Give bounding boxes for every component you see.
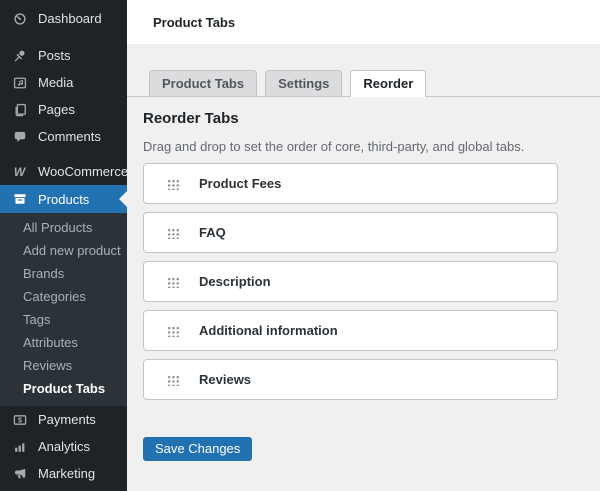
sortable-item-reviews[interactable]: Reviews: [143, 359, 558, 400]
drag-handle-icon[interactable]: [167, 374, 180, 386]
sortable-item-label: Description: [199, 274, 271, 289]
page-title: Product Tabs: [153, 15, 235, 30]
sidebar-item-dashboard[interactable]: Dashboard: [0, 5, 127, 32]
sortable-item-additional-information[interactable]: Additional information: [143, 310, 558, 351]
admin-sidebar: Dashboard Posts Media Pages Commen: [0, 0, 127, 491]
tab-settings[interactable]: Settings: [265, 70, 342, 96]
section-heading: Reorder Tabs: [143, 110, 600, 127]
sidebar-item-label: Dashboard: [38, 11, 102, 26]
submenu-item-tags[interactable]: Tags: [0, 308, 127, 331]
dashboard-icon: [12, 11, 27, 26]
tab-reorder[interactable]: Reorder: [350, 70, 426, 97]
section-description: Drag and drop to set the order of core, …: [143, 139, 600, 154]
woocommerce-admin-page: Dashboard Posts Media Pages Commen: [0, 0, 600, 491]
woocommerce-w-icon: W: [12, 164, 27, 179]
tab-bar: Product Tabs Settings Reorder: [127, 70, 600, 97]
drag-handle-icon[interactable]: [167, 325, 180, 337]
submenu-item-attributes[interactable]: Attributes: [0, 331, 127, 354]
megaphone-icon: [12, 466, 27, 481]
sidebar-item-pages[interactable]: Pages: [0, 96, 127, 123]
sidebar-item-label: Products: [38, 192, 89, 207]
sidebar-item-label: Pages: [38, 102, 75, 117]
sortable-tab-list: Product Fees FAQ Description Additional …: [143, 163, 558, 400]
sidebar-item-posts[interactable]: Posts: [0, 42, 127, 69]
tab-product-tabs[interactable]: Product Tabs: [149, 70, 257, 96]
payments-icon: $: [12, 412, 27, 427]
save-changes-button[interactable]: Save Changes: [143, 437, 252, 461]
comments-icon: [12, 129, 27, 144]
sidebar-item-label: Comments: [38, 129, 101, 144]
sortable-item-label: Additional information: [199, 323, 338, 338]
sortable-item-label: Product Fees: [199, 176, 281, 191]
main-content: Product Tabs Product Tabs Settings Reord…: [127, 0, 600, 491]
submenu-item-product-tabs[interactable]: Product Tabs: [0, 377, 127, 400]
sidebar-item-label: Posts: [38, 48, 71, 63]
sidebar-item-label: Media: [38, 75, 73, 90]
sidebar-item-products[interactable]: Products: [0, 185, 127, 213]
drag-handle-icon[interactable]: [167, 178, 180, 190]
sidebar-item-label: Analytics: [38, 439, 90, 454]
submenu-item-add-new-product[interactable]: Add new product: [0, 239, 127, 262]
pages-icon: [12, 102, 27, 117]
sidebar-separator: [0, 150, 127, 158]
sortable-item-faq[interactable]: FAQ: [143, 212, 558, 253]
sidebar-item-analytics[interactable]: Analytics: [0, 433, 127, 460]
analytics-bars-icon: [12, 439, 27, 454]
sidebar-item-marketing[interactable]: Marketing: [0, 460, 127, 487]
submenu-item-reviews[interactable]: Reviews: [0, 354, 127, 377]
sidebar-item-label: WooCommerce: [38, 164, 128, 179]
reorder-section: Reorder Tabs Drag and drop to set the or…: [127, 97, 600, 461]
sidebar-item-label: Payments: [38, 412, 96, 427]
sortable-item-label: Reviews: [199, 372, 251, 387]
sidebar-item-payments[interactable]: $ Payments: [0, 406, 127, 433]
drag-handle-icon[interactable]: [167, 227, 180, 239]
sidebar-item-comments[interactable]: Comments: [0, 123, 127, 150]
sortable-item-product-fees[interactable]: Product Fees: [143, 163, 558, 204]
products-submenu: All Products Add new product Brands Cate…: [0, 213, 127, 406]
sidebar-separator: [0, 32, 127, 42]
pin-icon: [12, 48, 27, 63]
svg-text:$: $: [18, 417, 22, 424]
submenu-item-brands[interactable]: Brands: [0, 262, 127, 285]
sortable-item-description[interactable]: Description: [143, 261, 558, 302]
submenu-item-categories[interactable]: Categories: [0, 285, 127, 308]
submenu-item-all-products[interactable]: All Products: [0, 216, 127, 239]
page-header: Product Tabs: [127, 0, 600, 44]
sidebar-item-label: Marketing: [38, 466, 95, 481]
sidebar-item-media[interactable]: Media: [0, 69, 127, 96]
media-icon: [12, 75, 27, 90]
sidebar-item-woocommerce[interactable]: W WooCommerce: [0, 158, 127, 185]
products-box-icon: [12, 192, 27, 207]
drag-handle-icon[interactable]: [167, 276, 180, 288]
sortable-item-label: FAQ: [199, 225, 226, 240]
